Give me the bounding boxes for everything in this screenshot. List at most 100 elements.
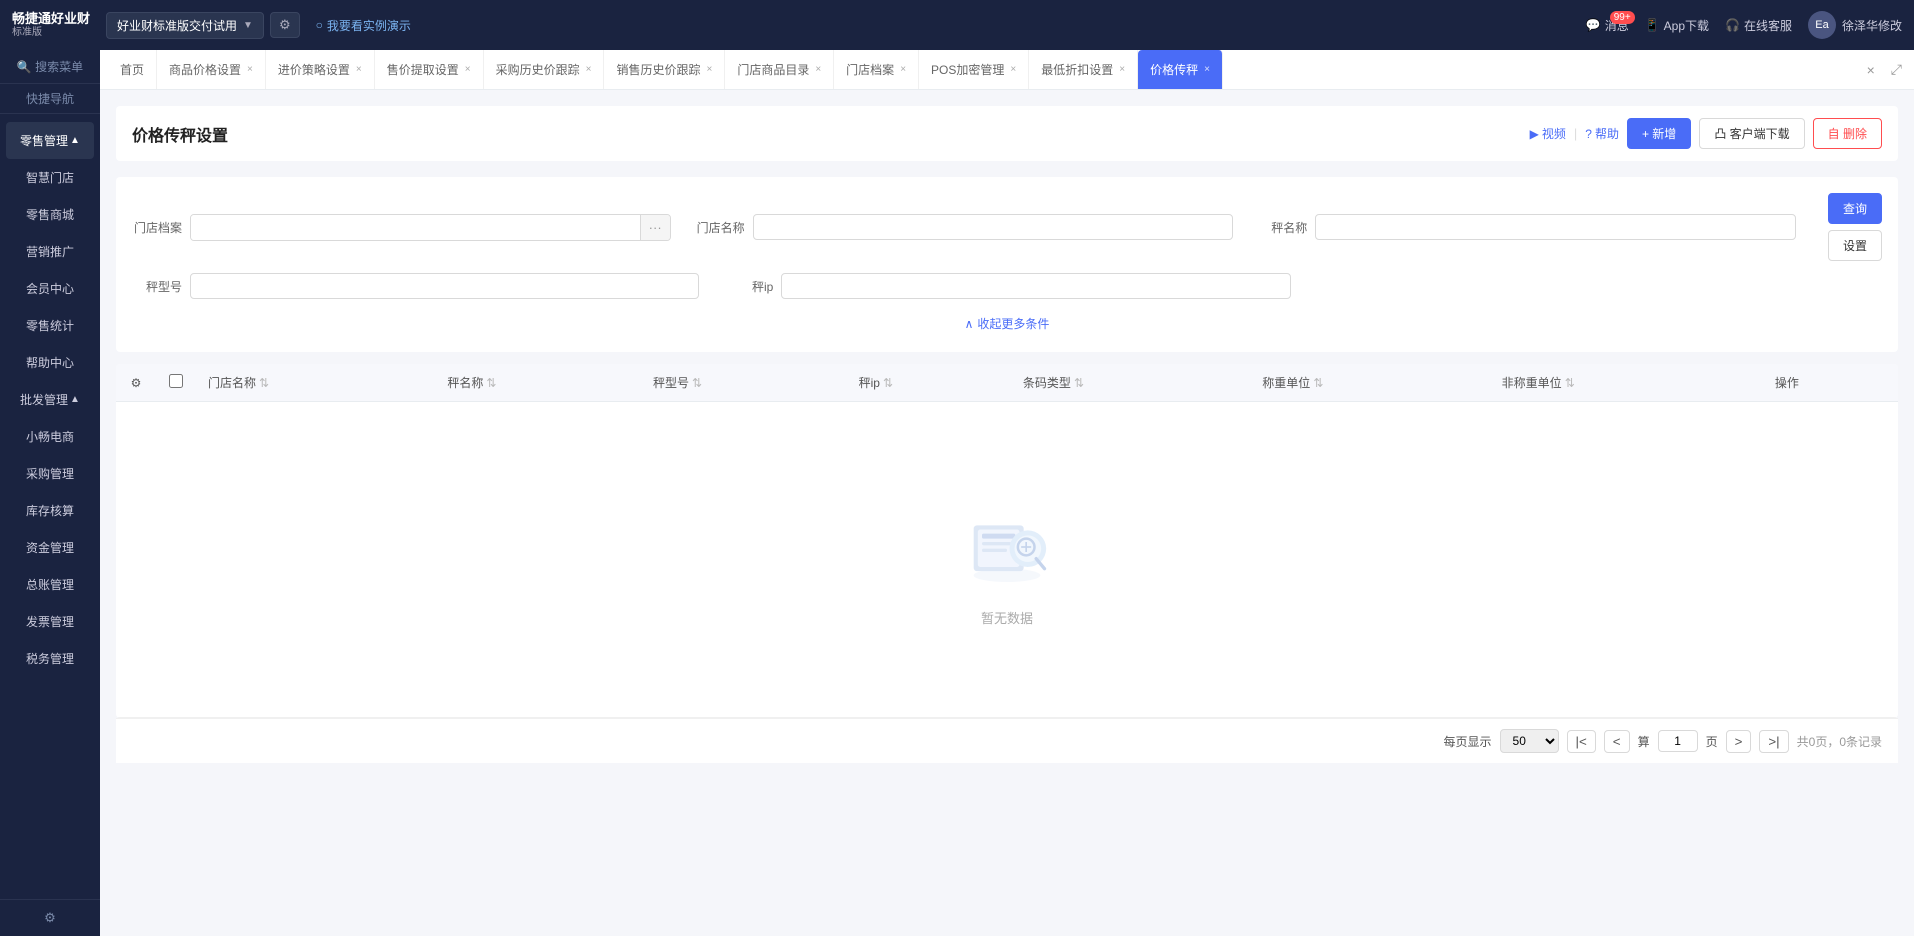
sidebar-item-13[interactable]: 发票管理 xyxy=(6,603,94,640)
scale-name-label: 秤名称 xyxy=(1257,219,1307,236)
last-page-btn[interactable]: >| xyxy=(1759,730,1788,753)
sidebar-item-11[interactable]: 资金管理 xyxy=(6,529,94,566)
sidebar-item-0[interactable]: 零售管理▲ xyxy=(6,122,94,159)
tab-close-icon[interactable]: × xyxy=(356,64,362,75)
next-page-btn[interactable]: > xyxy=(1726,730,1752,753)
sidebar-item-7[interactable]: 批发管理▲ xyxy=(6,381,94,418)
sidebar: 🔍 搜索菜单 快捷导航 零售管理▲智慧门店零售商城营销推广会员中心零售统计帮助中… xyxy=(0,50,100,936)
collapse-btn[interactable]: ∧ 收起更多条件 xyxy=(132,311,1882,336)
tab-item-6[interactable]: 门店商品目录 × xyxy=(725,50,834,90)
sidebar-item-2[interactable]: 零售商城 xyxy=(6,196,94,233)
sidebar-item-12[interactable]: 总账管理 xyxy=(6,566,94,603)
version-selector[interactable]: 好业财标准版交付试用 ▼ xyxy=(106,12,264,39)
content-area: 首页商品价格设置×进价策略设置×售价提取设置×采购历史价跟踪×销售历史价跟踪×门… xyxy=(100,50,1914,936)
set-btn-label: 设置 xyxy=(1843,237,1867,254)
message-btn[interactable]: 💬 消息 99+ xyxy=(1586,17,1629,34)
tab-close-icon[interactable]: × xyxy=(1119,64,1125,75)
tab-bar-expand-btn[interactable]: ⤢ xyxy=(1887,57,1906,82)
empty-text: 暂无数据 xyxy=(981,608,1033,627)
demo-link[interactable]: ○ 我要看实例演示 xyxy=(316,17,411,34)
sidebar-item-3[interactable]: 营销推广 xyxy=(6,233,94,270)
th-col-2[interactable]: 秤型号⇅ xyxy=(641,364,847,402)
video-link[interactable]: ▶ 视频 xyxy=(1530,125,1566,142)
sidebar-item-1[interactable]: 智慧门店 xyxy=(6,159,94,196)
tab-close-icon[interactable]: × xyxy=(465,64,471,75)
empty-cell: 暂无数据 xyxy=(116,402,1898,718)
user-area[interactable]: Ea 徐泽华修改 xyxy=(1808,11,1902,39)
select-all-checkbox[interactable] xyxy=(169,374,183,388)
tab-item-10[interactable]: 价格传秤× xyxy=(1138,50,1223,90)
prev-page-btn[interactable]: < xyxy=(1604,730,1630,753)
query-button[interactable]: 查询 xyxy=(1828,193,1882,224)
download-button[interactable]: 凸 客户端下载 xyxy=(1699,118,1804,149)
store-file-input-wrapper: ··· xyxy=(190,214,671,241)
sort-icon: ⇅ xyxy=(259,376,269,390)
tab-bar-end: × ⤢ xyxy=(1863,57,1906,82)
sidebar-quick-nav[interactable]: 快捷导航 xyxy=(0,84,100,114)
app-download-btn[interactable]: 📱 App下载 xyxy=(1645,17,1709,34)
tab-bar-close-btn[interactable]: × xyxy=(1863,58,1879,82)
store-file-input[interactable] xyxy=(191,215,640,240)
tab-label: 最低折扣设置 xyxy=(1041,61,1113,78)
page-number-input[interactable] xyxy=(1658,730,1698,752)
th-settings[interactable]: ⚙ xyxy=(116,364,156,402)
tab-label: 门店商品目录 xyxy=(737,61,809,78)
sidebar-item-10[interactable]: 库存核算 xyxy=(6,492,94,529)
tab-item-7[interactable]: 门店档案 × xyxy=(834,50,919,90)
tab-close-icon[interactable]: × xyxy=(1010,64,1016,75)
th-col-6[interactable]: 非称重单位⇅ xyxy=(1490,364,1763,402)
store-file-label: 门店档案 xyxy=(132,219,182,236)
delete-button[interactable]: 自 删除 xyxy=(1813,118,1882,149)
sidebar-item-4[interactable]: 会员中心 xyxy=(6,270,94,307)
sidebar-item-5[interactable]: 零售统计 xyxy=(6,307,94,344)
set-button[interactable]: 设置 xyxy=(1828,230,1882,261)
settings-icon-btn[interactable]: ⚙ xyxy=(270,12,300,38)
tab-label: 门店档案 xyxy=(846,61,894,78)
th-col-5[interactable]: 称重单位⇅ xyxy=(1250,364,1489,402)
sidebar-item-label: 发票管理 xyxy=(26,613,74,630)
th-checkbox[interactable] xyxy=(156,364,196,402)
tab-item-4[interactable]: 采购历史价跟踪× xyxy=(484,50,605,90)
sidebar-item-14[interactable]: 税务管理 xyxy=(6,640,94,677)
tab-close-icon[interactable]: × xyxy=(586,64,592,75)
message-badge: 99+ xyxy=(1610,11,1635,24)
tab-close-icon[interactable]: × xyxy=(900,64,906,75)
tab-item-8[interactable]: POS加密管理× xyxy=(919,50,1029,90)
circle-icon: ○ xyxy=(316,18,323,32)
tab-item-0[interactable]: 首页 xyxy=(108,50,157,90)
first-page-btn[interactable]: |< xyxy=(1567,730,1596,753)
add-button[interactable]: + 新增 xyxy=(1627,118,1691,149)
tab-item-5[interactable]: 销售历史价跟踪× xyxy=(604,50,725,90)
online-service-btn[interactable]: 🎧 在线客服 xyxy=(1725,17,1792,34)
tab-close-icon[interactable]: × xyxy=(706,64,712,75)
th-col-1[interactable]: 秤名称⇅ xyxy=(435,364,641,402)
page-unit: 页 xyxy=(1706,733,1718,750)
scale-model-input[interactable] xyxy=(190,273,699,299)
tab-close-icon[interactable]: × xyxy=(815,64,821,75)
tab-item-1[interactable]: 商品价格设置 × xyxy=(157,50,266,90)
sidebar-search[interactable]: 🔍 搜索菜单 xyxy=(0,50,100,84)
store-file-dots-btn[interactable]: ··· xyxy=(640,215,670,240)
tab-item-3[interactable]: 售价提取设置× xyxy=(375,50,484,90)
tab-close-icon[interactable]: × xyxy=(247,64,253,75)
sidebar-item-9[interactable]: 采购管理 xyxy=(6,455,94,492)
tab-close-icon[interactable]: × xyxy=(1204,64,1210,75)
th-col-4[interactable]: 条码类型⇅ xyxy=(1011,364,1250,402)
sidebar-item-8[interactable]: 小畅电商 xyxy=(6,418,94,455)
th-col-0[interactable]: 门店名称⇅ xyxy=(196,364,435,402)
help-link[interactable]: ? 帮助 xyxy=(1585,125,1619,142)
sidebar-item-label: 零售管理 xyxy=(20,132,68,149)
tab-item-2[interactable]: 进价策略设置× xyxy=(266,50,375,90)
tab-item-9[interactable]: 最低折扣设置 × xyxy=(1029,50,1138,90)
th-col-3[interactable]: 秤ip⇅ xyxy=(847,364,1011,402)
table-header-row: ⚙ 门店名称⇅秤名称⇅秤型号⇅秤ip⇅条码类型⇅称重单位⇅非称重单位⇅操作 xyxy=(116,364,1898,402)
tab-bar: 首页商品价格设置×进价策略设置×售价提取设置×采购历史价跟踪×销售历史价跟踪×门… xyxy=(100,50,1914,90)
tab-label: 商品价格设置 xyxy=(169,61,241,78)
scale-name-input[interactable] xyxy=(1315,214,1796,240)
sidebar-gear-btn[interactable]: ⚙ xyxy=(0,899,100,936)
store-name-input[interactable] xyxy=(753,214,1234,240)
delete-btn-label: 自 删除 xyxy=(1828,125,1867,142)
scale-ip-input[interactable] xyxy=(781,273,1290,299)
page-size-select[interactable]: 50 10 20 100 xyxy=(1500,729,1559,753)
sidebar-item-6[interactable]: 帮助中心 xyxy=(6,344,94,381)
